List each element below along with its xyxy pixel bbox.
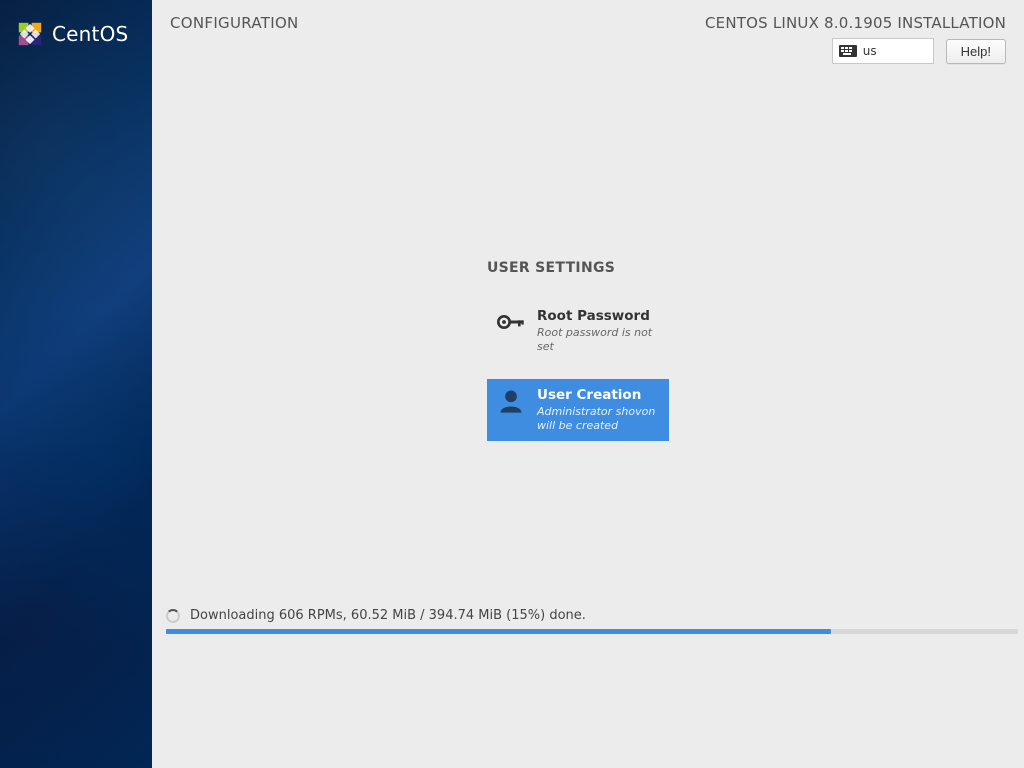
main-panel: CONFIGURATION CENTOS LINUX 8.0.1905 INST… bbox=[152, 0, 1024, 768]
root-password-status: Root password is not set bbox=[537, 326, 659, 354]
installer-title: CENTOS LINUX 8.0.1905 INSTALLATION bbox=[705, 14, 1006, 32]
user-creation-tile[interactable]: User Creation Administrator shovon will … bbox=[487, 379, 669, 440]
keyboard-icon bbox=[839, 45, 857, 57]
brand: CentOS bbox=[14, 18, 128, 50]
progress-bar bbox=[166, 629, 1018, 634]
spinner-icon bbox=[166, 609, 180, 623]
user-settings-heading: USER SETTINGS bbox=[487, 260, 847, 276]
key-icon bbox=[497, 308, 525, 336]
user-settings-section: USER SETTINGS Root Password Root passwor… bbox=[487, 260, 847, 441]
root-password-title: Root Password bbox=[537, 308, 659, 325]
sidebar: CentOS bbox=[0, 0, 152, 768]
user-creation-title: User Creation bbox=[537, 387, 659, 404]
root-password-tile[interactable]: Root Password Root password is not set bbox=[487, 300, 669, 361]
help-button[interactable]: Help! bbox=[946, 39, 1006, 64]
page-title: CONFIGURATION bbox=[170, 14, 299, 32]
keyboard-layout-label: us bbox=[863, 44, 877, 58]
progress-area: Downloading 606 RPMs, 60.52 MiB / 394.74… bbox=[166, 608, 1018, 634]
topbar: CONFIGURATION CENTOS LINUX 8.0.1905 INST… bbox=[152, 0, 1024, 64]
keyboard-layout-indicator[interactable]: us bbox=[832, 38, 934, 64]
content-area: USER SETTINGS Root Password Root passwor… bbox=[152, 64, 1024, 768]
user-icon bbox=[497, 387, 525, 415]
user-creation-status: Administrator shovon will be created bbox=[537, 405, 659, 433]
brand-name: CentOS bbox=[52, 22, 128, 46]
progress-text: Downloading 606 RPMs, 60.52 MiB / 394.74… bbox=[190, 608, 586, 623]
progress-fill bbox=[166, 629, 831, 634]
centos-logo-icon bbox=[14, 18, 46, 50]
